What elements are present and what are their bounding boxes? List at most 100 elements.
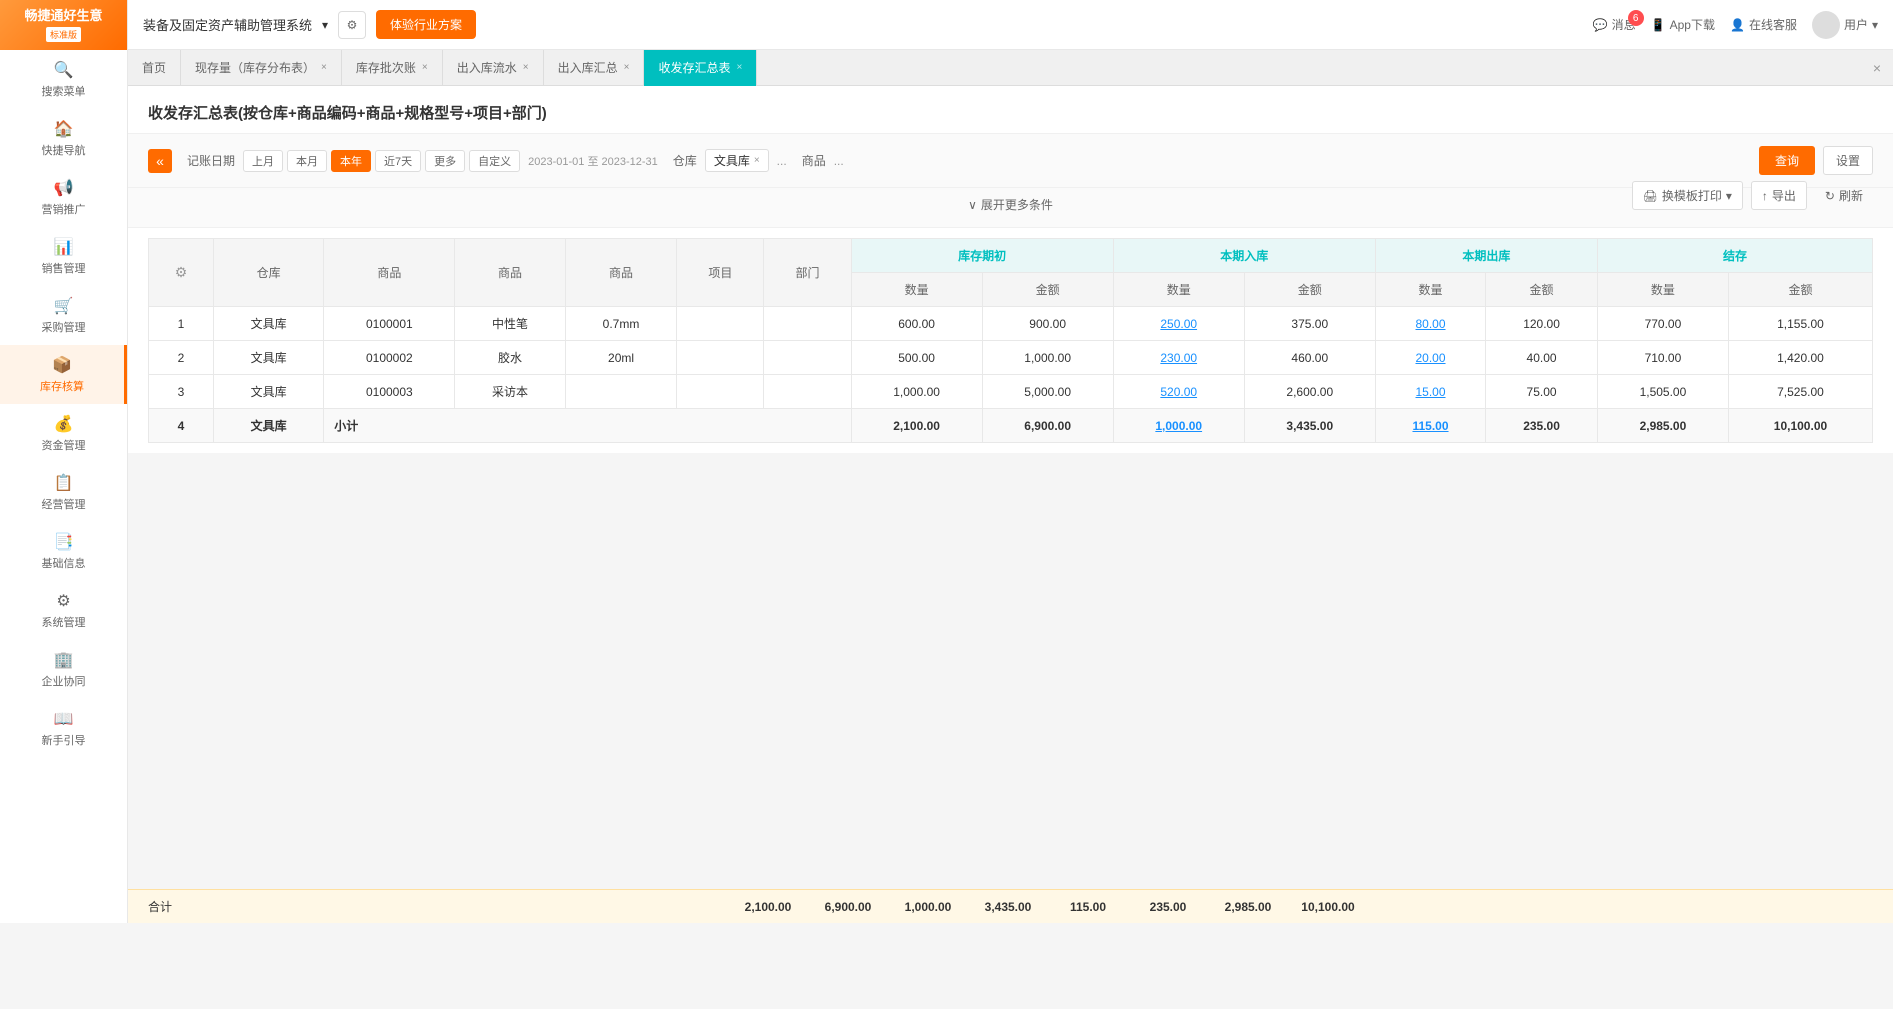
tab-close-1[interactable]: ×: [321, 62, 327, 73]
warehouse-more[interactable]: ...: [777, 154, 787, 168]
warehouse-tag-close[interactable]: ×: [754, 155, 760, 166]
tab-2[interactable]: 库存批次账 ×: [342, 50, 443, 86]
message-badge: 6: [1628, 10, 1644, 26]
sidebar-item-enterprise[interactable]: 🏢 企业协同: [0, 640, 127, 699]
sidebar-item-marketing[interactable]: 📢 营销推广: [0, 168, 127, 227]
topbar: 装备及固定资产辅助管理系统 ▾ ⚙ 体验行业方案 💬 消息 6 📱 App下载 …: [128, 0, 1893, 50]
message-action[interactable]: 💬 消息 6: [1593, 16, 1636, 33]
date-btn-自定义[interactable]: 自定义: [469, 150, 520, 172]
goods-more[interactable]: ...: [834, 154, 844, 168]
sidebar-item-purchase[interactable]: 🛒 采购管理: [0, 286, 127, 345]
tab-close-5[interactable]: ×: [736, 62, 742, 73]
cell-code-1: 0100002: [324, 341, 455, 375]
goods-filter: 商品 ...: [802, 152, 844, 169]
page-title: 收发存汇总表(按仓库+商品编码+商品+规格型号+项目+部门): [148, 105, 547, 122]
table-settings-icon[interactable]: ⚙: [175, 264, 188, 280]
cell-out-qty-2[interactable]: 15.00: [1375, 375, 1485, 409]
refresh-button[interactable]: ↻ 刷新: [1815, 182, 1873, 209]
inventory-icon: 📦: [52, 355, 72, 375]
cell-bal-qty-0: 770.00: [1597, 307, 1728, 341]
cell-bal-amt-0: 1,155.00: [1728, 307, 1872, 341]
sidebar-item-finance[interactable]: 💰 资金管理: [0, 404, 127, 463]
cell-no-2: 3: [149, 375, 214, 409]
sidebar-item-label-finance: 资金管理: [42, 437, 86, 453]
tab-close-2[interactable]: ×: [422, 62, 428, 73]
tab-1[interactable]: 现存量（库存分布表）×: [181, 50, 342, 86]
tab-label-2: 库存批次账: [356, 59, 416, 76]
footer-cells: 2,100.00 6,900.00 1,000.00 3,435.00 115.…: [728, 900, 1368, 914]
sidebar-item-guide[interactable]: 📖 新手引导: [0, 699, 127, 758]
subtotal-out-qty[interactable]: 115.00: [1375, 409, 1485, 443]
sidebar-item-search[interactable]: 🔍 搜索菜单: [0, 50, 127, 109]
app-download-action[interactable]: 📱 App下载: [1651, 16, 1715, 33]
footer-total-label: 合计: [148, 898, 728, 915]
cell-out-qty-1[interactable]: 20.00: [1375, 341, 1485, 375]
app-download-label: App下载: [1670, 16, 1715, 33]
col-in-header: 本期入库: [1113, 239, 1375, 273]
col-goods-name-header: 商品: [455, 239, 565, 307]
subtotal-in-qty[interactable]: 1,000.00: [1113, 409, 1244, 443]
cell-project-0: [677, 307, 764, 341]
user-action[interactable]: 用户 ▾: [1812, 11, 1878, 39]
export-button[interactable]: ↑ 导出: [1751, 181, 1807, 210]
date-btn-上月[interactable]: 上月: [243, 150, 283, 172]
tab-5[interactable]: 收发存汇总表×: [644, 50, 757, 86]
sidebar-item-system[interactable]: ⚙ 系统管理: [0, 581, 127, 640]
close-all-tabs[interactable]: ×: [1861, 60, 1893, 76]
topbar-right: 💬 消息 6 📱 App下载 👤 在线客服 用户 ▾: [1593, 11, 1878, 39]
tab-label-4: 出入库汇总: [558, 59, 618, 76]
col-bal-amt-header: 金额: [1728, 273, 1872, 307]
sidebar-item-label-guide: 新手引导: [42, 732, 86, 748]
cell-out-qty-0[interactable]: 80.00: [1375, 307, 1485, 341]
quick-nav-icon: 🏠: [54, 119, 74, 139]
finance-icon: 💰: [54, 414, 74, 434]
cell-open-qty-2: 1,000.00: [851, 375, 982, 409]
col-open-amt-header: 金额: [982, 273, 1113, 307]
tab-3[interactable]: 出入库流水×: [443, 50, 544, 86]
filter-settings-button[interactable]: 设置: [1823, 146, 1873, 175]
cell-spec-1: 20ml: [565, 341, 677, 375]
tab-4[interactable]: 出入库汇总 ×: [544, 50, 645, 86]
tab-0[interactable]: 首页: [128, 50, 181, 86]
date-btn-更多[interactable]: 更多: [425, 150, 465, 172]
subtotal-open-qty: 2,100.00: [851, 409, 982, 443]
query-button[interactable]: 查询: [1759, 146, 1815, 175]
topbar-left: 装备及固定资产辅助管理系统 ▾ ⚙ 体验行业方案: [143, 10, 476, 39]
footer-in-qty: 1,000.00: [888, 900, 968, 914]
cell-project-2: [677, 375, 764, 409]
sidebar-item-quick-nav[interactable]: 🏠 快捷导航: [0, 109, 127, 168]
col-opening-header: 库存期初: [851, 239, 1113, 273]
sidebar-item-label-enterprise: 企业协同: [42, 673, 86, 689]
sidebar-item-basic[interactable]: 📑 基础信息: [0, 522, 127, 581]
cell-in-qty-0[interactable]: 250.00: [1113, 307, 1244, 341]
subtotal-out-amt: 235.00: [1486, 409, 1598, 443]
cell-in-amt-0: 375.00: [1244, 307, 1375, 341]
date-btn-本月[interactable]: 本月: [287, 150, 327, 172]
message-icon: 💬: [1593, 18, 1608, 32]
filter-toggle-button[interactable]: «: [148, 149, 172, 173]
sidebar-item-inventory[interactable]: 📦 库存核算: [0, 345, 127, 404]
system-dropdown[interactable]: ▾: [322, 18, 328, 32]
col-settings-header[interactable]: ⚙: [149, 239, 214, 307]
date-range-display: 2023-01-01 至 2023-12-31: [528, 153, 658, 169]
sidebar-item-operation[interactable]: 📋 经营管理: [0, 463, 127, 522]
cell-in-qty-1[interactable]: 230.00: [1113, 341, 1244, 375]
experience-button[interactable]: 体验行业方案: [376, 10, 476, 39]
settings-button[interactable]: ⚙: [338, 11, 366, 39]
print-button[interactable]: 🖨 换模板打印 ▾: [1632, 181, 1743, 210]
cell-out-amt-2: 75.00: [1486, 375, 1598, 409]
cell-open-qty-0: 600.00: [851, 307, 982, 341]
cell-in-qty-2[interactable]: 520.00: [1113, 375, 1244, 409]
col-dept-header: 部门: [764, 239, 851, 307]
main-content: 收发存汇总表(按仓库+商品编码+商品+规格型号+项目+部门) 🖨 换模板打印 ▾…: [128, 86, 1893, 453]
expand-conditions-button[interactable]: ∨ 展开更多条件: [960, 192, 1061, 217]
tab-close-3[interactable]: ×: [523, 62, 529, 73]
table-row: 1 文具库 0100001 中性笔 0.7mm 600.00 900.00 25…: [149, 307, 1873, 341]
date-btn-本年[interactable]: 本年: [331, 150, 371, 172]
tab-close-4[interactable]: ×: [624, 62, 630, 73]
cell-project-1: [677, 341, 764, 375]
sidebar-item-sales[interactable]: 📊 销售管理: [0, 227, 127, 286]
online-service-action[interactable]: 👤 在线客服: [1730, 16, 1797, 33]
date-btn-近7天[interactable]: 近7天: [375, 150, 421, 172]
sidebar-item-label-marketing: 营销推广: [42, 201, 86, 217]
